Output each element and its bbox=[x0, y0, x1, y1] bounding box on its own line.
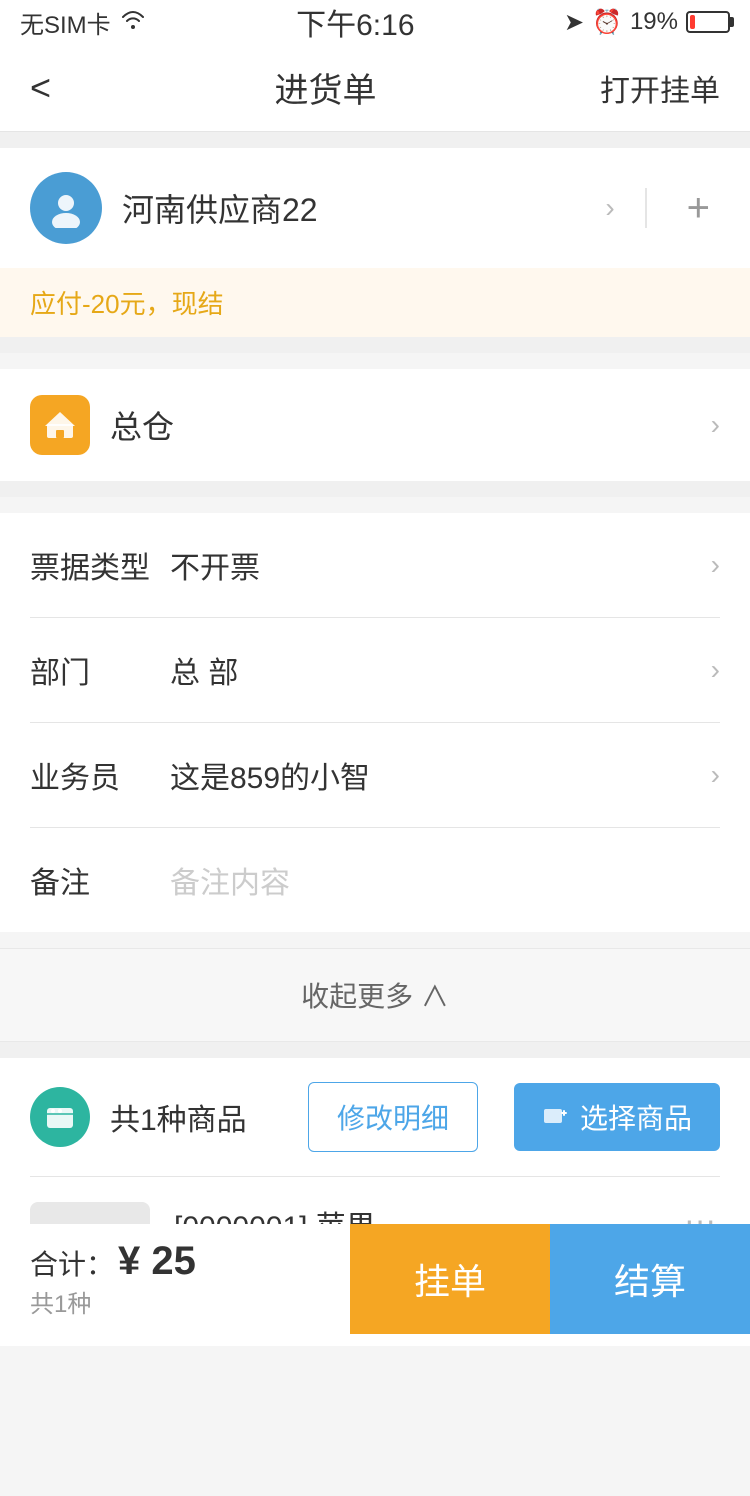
warehouse-name: 总仓 bbox=[110, 402, 691, 448]
hang-order-button[interactable]: 挂单 bbox=[350, 1224, 550, 1334]
status-left: 无SIM卡 bbox=[20, 5, 147, 40]
modify-detail-button[interactable]: 修改明细 bbox=[308, 1082, 478, 1152]
supplier-name: 河南供应商22 bbox=[122, 185, 585, 231]
nav-bar: < 进货单 打开挂单 bbox=[0, 44, 750, 132]
salesman-chevron-icon: › bbox=[711, 759, 720, 791]
section-divider-2 bbox=[0, 337, 750, 353]
salesman-value: 这是859的小智 bbox=[170, 753, 711, 797]
collapse-label: 收起更多 ∧ bbox=[301, 981, 449, 1012]
warehouse-icon bbox=[30, 395, 90, 455]
salesman-row[interactable]: 业务员 这是859的小智 › bbox=[0, 723, 750, 827]
form-section: 票据类型 不开票 › 部门 总 部 › 业务员 这是859的小智 › 备注 备注… bbox=[0, 513, 750, 932]
salesman-label: 业务员 bbox=[30, 753, 170, 797]
back-button[interactable]: < bbox=[30, 67, 51, 109]
section-divider-1 bbox=[0, 132, 750, 148]
warehouse-row[interactable]: 总仓 › bbox=[0, 369, 750, 481]
wifi-icon bbox=[119, 8, 147, 36]
collapse-row[interactable]: 收起更多 ∧ bbox=[0, 948, 750, 1042]
products-icon bbox=[30, 1087, 90, 1147]
section-divider-4 bbox=[0, 1042, 750, 1058]
battery-fill bbox=[690, 15, 695, 29]
warehouse-section: 总仓 › bbox=[0, 369, 750, 481]
footer-spacer bbox=[0, 1346, 750, 1496]
warehouse-chevron-icon: › bbox=[711, 409, 720, 441]
remark-label: 备注 bbox=[30, 858, 170, 902]
invoice-label: 票据类型 bbox=[30, 543, 170, 587]
product-divider bbox=[30, 1176, 720, 1177]
checkout-button[interactable]: 结算 bbox=[550, 1224, 750, 1334]
department-label: 部门 bbox=[30, 648, 170, 692]
total-amount: ¥ 25 bbox=[118, 1239, 196, 1284]
invoice-value: 不开票 bbox=[170, 543, 711, 587]
battery-icon bbox=[686, 11, 730, 33]
section-divider-3 bbox=[0, 481, 750, 497]
location-icon: ➤ bbox=[564, 8, 584, 37]
supplier-section: 河南供应商22 › + 应付-20元，现结 bbox=[0, 148, 750, 337]
total-label: 合计： bbox=[30, 1243, 114, 1283]
department-value: 总 部 bbox=[170, 648, 711, 692]
status-time: 下午6:16 bbox=[296, 0, 414, 44]
total-section: 合计： ¥ 25 共1种 bbox=[0, 1224, 350, 1334]
remark-row[interactable]: 备注 备注内容 bbox=[0, 828, 750, 932]
department-row[interactable]: 部门 总 部 › bbox=[0, 618, 750, 722]
total-count: 共1种 bbox=[30, 1284, 320, 1319]
notice-bar: 应付-20元，现结 bbox=[0, 268, 750, 337]
battery-percent: 19% bbox=[630, 8, 678, 36]
open-pending-button[interactable]: 打开挂单 bbox=[600, 66, 720, 110]
carrier-text: 无SIM卡 bbox=[20, 5, 111, 40]
page-title: 进货单 bbox=[275, 63, 377, 112]
invoice-chevron-icon: › bbox=[711, 549, 720, 581]
remark-input[interactable]: 备注内容 bbox=[170, 858, 720, 902]
add-supplier-button[interactable]: + bbox=[677, 186, 720, 231]
select-product-label: 选择商品 bbox=[580, 1097, 692, 1137]
invoice-row[interactable]: 票据类型 不开票 › bbox=[0, 513, 750, 617]
products-header: 共1种商品 修改明细 选择商品 bbox=[0, 1058, 750, 1176]
products-count: 共1种商品 bbox=[110, 1095, 288, 1139]
status-right: ➤ ⏰ 19% bbox=[564, 8, 730, 37]
alarm-icon: ⏰ bbox=[592, 8, 622, 37]
department-chevron-icon: › bbox=[711, 654, 720, 686]
status-bar: 无SIM卡 下午6:16 ➤ ⏰ 19% bbox=[0, 0, 750, 44]
supplier-chevron-icon: › bbox=[605, 192, 614, 224]
select-product-button[interactable]: 选择商品 bbox=[514, 1083, 720, 1151]
bottom-bar: 合计： ¥ 25 共1种 挂单 结算 bbox=[0, 1224, 750, 1334]
supplier-divider bbox=[645, 188, 647, 228]
supplier-avatar bbox=[30, 172, 102, 244]
supplier-row[interactable]: 河南供应商22 › + bbox=[0, 148, 750, 268]
